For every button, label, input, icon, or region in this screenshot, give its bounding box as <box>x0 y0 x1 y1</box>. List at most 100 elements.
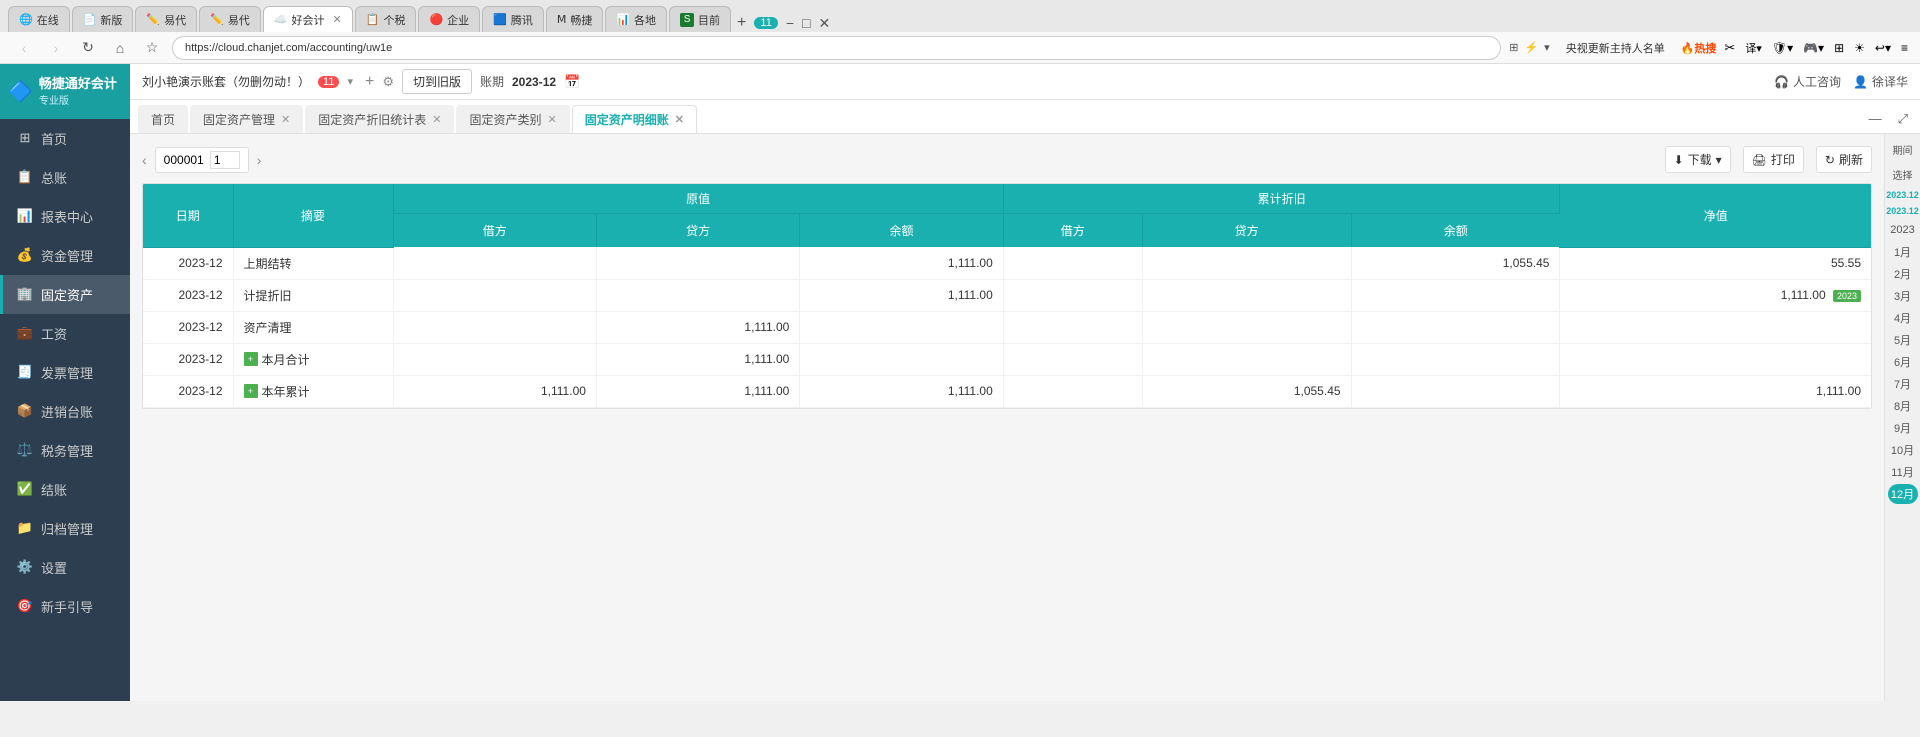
period-month-12[interactable]: 12月 <box>1888 484 1918 504</box>
period-month-9[interactable]: 9月 <box>1888 418 1918 438</box>
page-input[interactable] <box>210 151 240 169</box>
sidebar-item-settings[interactable]: ⚙️ 设置 <box>0 548 130 587</box>
sidebar-item-inventory[interactable]: 📦 进销台账 <box>0 392 130 431</box>
period-month-8[interactable]: 8月 <box>1888 396 1918 416</box>
browser-tab-tencent[interactable]: 🟦 腾讯 <box>482 6 544 32</box>
cell-date-0: 2023-12 <box>143 247 233 279</box>
game-icon[interactable]: 🎮▾ <box>1803 41 1824 55</box>
sidebar-item-archive[interactable]: 📁 归档管理 <box>0 509 130 548</box>
address-bar: ‹ › ↻ ⌂ ☆ ⊞ ⚡ ▾ 央视更新主持人名单 🔥热搜 ✂ 译▾ 🛡▾ 🎮▾… <box>0 32 1920 64</box>
undo-icon[interactable]: ↩▾ <box>1875 41 1891 55</box>
qr-icon[interactable]: ⊞ <box>1509 41 1518 54</box>
period-value: 2023-12 <box>512 75 556 89</box>
period-month-5[interactable]: 5月 <box>1888 330 1918 350</box>
switch-version-btn[interactable]: 切到旧版 <box>402 69 472 94</box>
content-main: ‹ 000001 › ⬇ 下载 ▾ 🖨 打印 <box>130 134 1884 701</box>
period-month-4[interactable]: 4月 <box>1888 308 1918 328</box>
scissors-icon[interactable]: ✂ <box>1724 40 1735 56</box>
cell-orig-debit-3 <box>393 343 596 375</box>
sidebar-item-reports[interactable]: 📊 报表中心 <box>0 197 130 236</box>
browser-tab-yidai2[interactable]: ✏️ 易代 <box>199 6 261 32</box>
sidebar-item-tax[interactable]: ⚖️ 税务管理 <box>0 431 130 470</box>
sidebar-item-general-ledger[interactable]: 📋 总账 <box>0 158 130 197</box>
lightning-icon[interactable]: ⚡ <box>1524 41 1538 54</box>
browser-tab-new[interactable]: 📄 新版 <box>72 6 134 32</box>
close-browser-btn[interactable]: ✕ <box>818 15 830 32</box>
address-actions: ⊞ ⚡ ▾ <box>1509 41 1549 54</box>
shield-icon[interactable]: 🛡▾ <box>1772 41 1793 55</box>
back-btn[interactable]: ‹ <box>12 36 36 60</box>
page-tab-home[interactable]: 首页 <box>138 105 188 133</box>
forward-btn[interactable]: › <box>44 36 68 60</box>
cell-depr-credit-4: 1,055.45 <box>1142 375 1351 407</box>
sidebar-item-invoice[interactable]: 🧾 发票管理 <box>0 353 130 392</box>
translate-icon[interactable]: 译▾ <box>1745 40 1762 56</box>
settings-small-btn[interactable]: ⚙ <box>382 74 394 90</box>
sidebar-item-payroll[interactable]: 💼 工资 <box>0 314 130 353</box>
period-month-11[interactable]: 11月 <box>1888 462 1918 482</box>
browser-tab-muqian[interactable]: S 目前 <box>669 6 731 32</box>
prev-page-btn[interactable]: ‹ <box>142 152 147 168</box>
expand-page-btn[interactable]: ⤢ <box>1894 109 1912 129</box>
page-tab-close-assets-category[interactable]: ✕ <box>548 113 557 126</box>
grid-icon[interactable]: ⊞ <box>1834 41 1844 55</box>
star-btn[interactable]: ☆ <box>140 36 164 60</box>
page-tab-assets-mgmt[interactable]: 固定资产管理 ✕ <box>190 105 303 133</box>
page-tab-assets-detail[interactable]: 固定资产明细账 ✕ <box>572 105 697 133</box>
browser-tab-gedi[interactable]: 📊 各地 <box>605 6 667 32</box>
subtotal-icon-4: + <box>244 384 258 398</box>
browser-tab-changjie[interactable]: Ⅿ 畅捷 <box>546 6 604 32</box>
maximize-btn[interactable]: □ <box>802 15 810 31</box>
menu-icon[interactable]: ≡ <box>1901 41 1908 55</box>
cell-summary-1: 计提折旧 <box>233 279 393 311</box>
period-month-3[interactable]: 3月 <box>1888 286 1918 306</box>
sidebar-item-fixed-assets[interactable]: 🏢 固定资产 <box>0 275 130 314</box>
page-tab-close-depr-stats[interactable]: ✕ <box>432 113 441 126</box>
invoice-icon: 🧾 <box>17 364 33 380</box>
add-tab-btn[interactable]: + <box>737 14 746 32</box>
browser-tab-yidai1[interactable]: ✏️ 易代 <box>135 6 197 32</box>
browser-tab-online[interactable]: 🌐 在线 <box>8 6 70 32</box>
page-tab-close-assets-detail[interactable]: ✕ <box>675 113 684 126</box>
print-btn[interactable]: 🖨 打印 <box>1743 146 1804 173</box>
home-btn[interactable]: ⌂ <box>108 36 132 60</box>
browser-tab-haokuaiji[interactable]: ☁️ 好会计 ✕ <box>263 6 353 32</box>
th-summary: 摘要 <box>233 184 393 247</box>
sidebar-item-home[interactable]: ⊞ 首页 <box>0 119 130 158</box>
period-month-1[interactable]: 1月 <box>1888 242 1918 262</box>
sidebar-item-closing[interactable]: ✅ 结账 <box>0 470 130 509</box>
minimize-page-btn[interactable]: — <box>1865 109 1886 129</box>
browser-tab-geshui[interactable]: 📋 个税 <box>355 6 417 32</box>
minimize-btn[interactable]: − <box>786 15 794 31</box>
download-btn[interactable]: ⬇ 下载 ▾ <box>1665 146 1731 173</box>
next-page-btn[interactable]: › <box>257 152 262 168</box>
service-btn[interactable]: 🎧 人工咨询 <box>1774 73 1841 90</box>
address-input[interactable] <box>172 36 1501 60</box>
tab-favicon-muqian: S <box>680 13 694 27</box>
browser-tab-qiye[interactable]: 🔴 企业 <box>418 6 480 32</box>
user-btn[interactable]: 👤 徐译华 <box>1853 73 1908 90</box>
page-tab-close-assets-mgmt[interactable]: ✕ <box>281 113 290 126</box>
period-month-7[interactable]: 7月 <box>1888 374 1918 394</box>
period-month-2[interactable]: 2月 <box>1888 264 1918 284</box>
dropdown-icon[interactable]: ▾ <box>1544 41 1550 54</box>
refresh-btn[interactable]: ↻ 刷新 <box>1816 146 1872 173</box>
period-month-10[interactable]: 10月 <box>1888 440 1918 460</box>
reload-btn[interactable]: ↻ <box>76 36 100 60</box>
tab-close-haokuaiji[interactable]: ✕ <box>333 13 342 26</box>
cell-orig-credit-4: 1,111.00 <box>596 375 799 407</box>
th-date: 日期 <box>143 184 233 247</box>
sidebar-item-funds[interactable]: 💰 资金管理 <box>0 236 130 275</box>
period-month-6[interactable]: 6月 <box>1888 352 1918 372</box>
cell-depr-debit-3 <box>1003 343 1142 375</box>
sidebar-item-guide[interactable]: 🎯 新手引导 <box>0 587 130 626</box>
page-tab-assets-category[interactable]: 固定资产类别 ✕ <box>456 105 569 133</box>
dropdown-arrow[interactable]: ▾ <box>347 75 353 88</box>
page-tab-depr-stats[interactable]: 固定资产折旧统计表 ✕ <box>305 105 454 133</box>
period-year[interactable]: 2023 <box>1888 220 1918 240</box>
cell-depr-debit-0 <box>1003 247 1142 279</box>
calendar-icon[interactable]: 📅 <box>564 74 580 90</box>
brightness-icon[interactable]: ☀ <box>1854 41 1865 55</box>
add-account-btn[interactable]: + <box>365 73 374 91</box>
summary-row-3: + 本月合计 <box>244 351 383 368</box>
